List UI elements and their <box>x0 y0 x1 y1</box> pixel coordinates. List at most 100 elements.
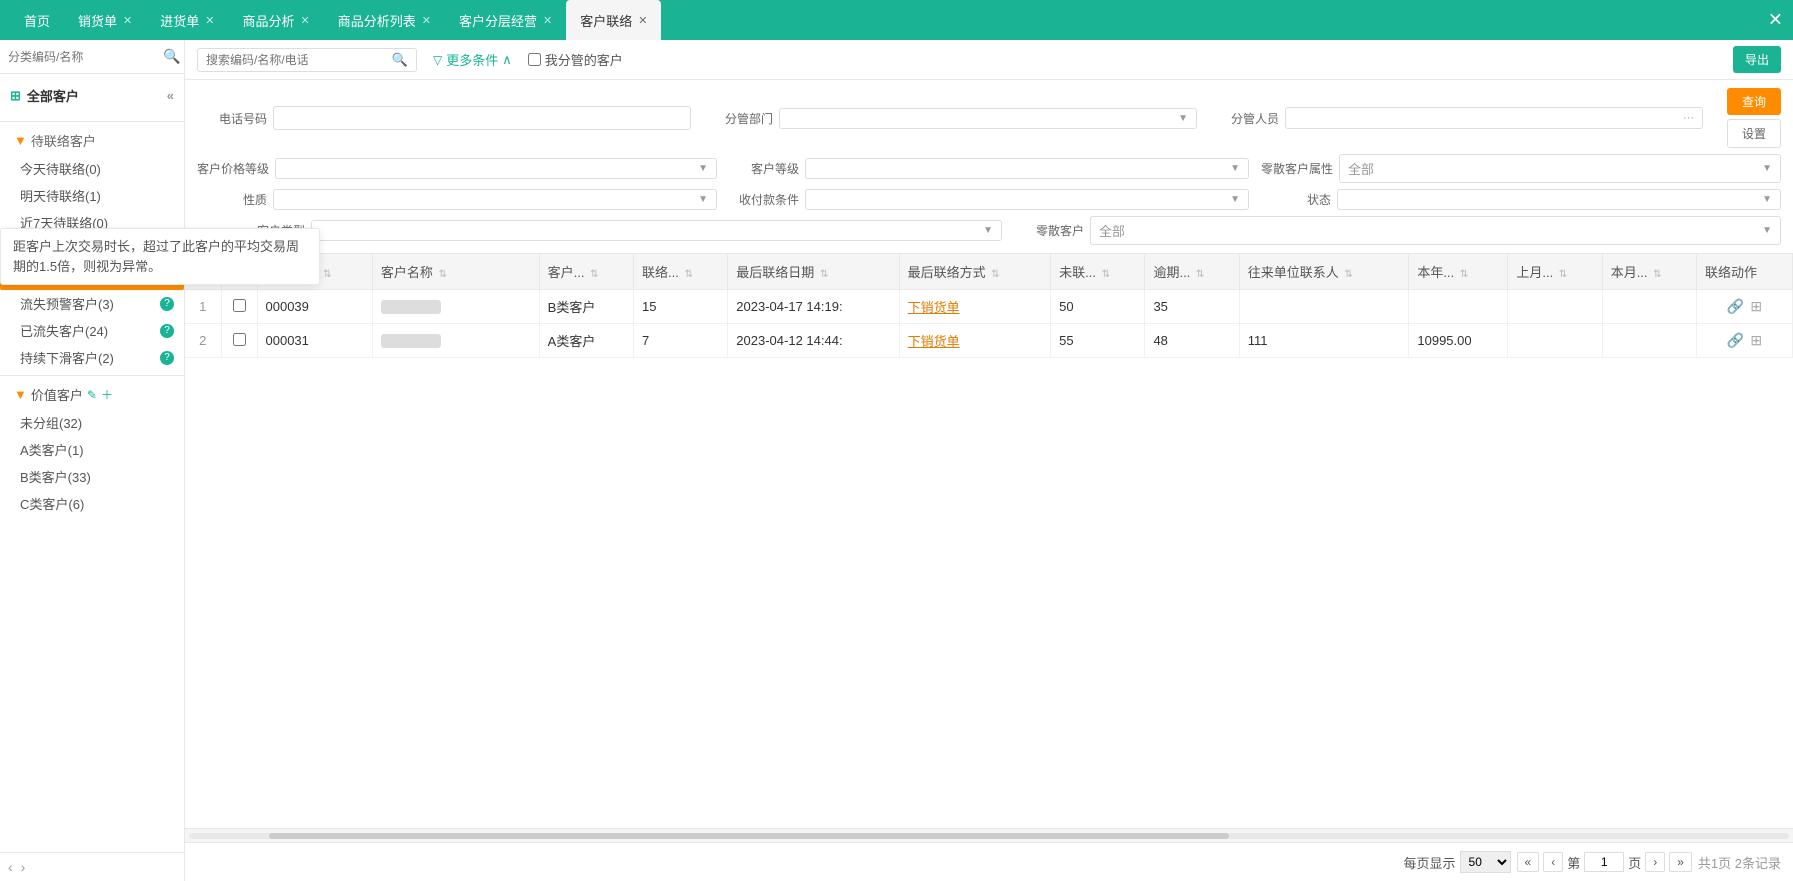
row1-checkbox[interactable] <box>233 299 246 312</box>
row1-overdue: 35 <box>1145 290 1239 324</box>
sidebar-item-ungroup[interactable]: 未分组(32) <box>0 409 184 436</box>
close-all-tabs[interactable]: ✕ <box>1768 10 1783 31</box>
sort-thismonth-icon[interactable]: ⇅ <box>1653 269 1661 280</box>
sort-code-icon[interactable]: ⇅ <box>323 269 331 280</box>
sidebar-item-already-lost[interactable]: 已流失客户(24) ? <box>0 317 184 344</box>
row1-grid-icon[interactable]: ⊞ <box>1750 298 1762 315</box>
sidebar-item-lost-warning[interactable]: 流失预警客户(3) ? <box>0 290 184 317</box>
close-purchase-tab[interactable]: ✕ <box>205 14 214 27</box>
filter-customer-grade-select[interactable]: ▼ <box>805 158 1249 179</box>
close-analysis-list-tab[interactable]: ✕ <box>422 14 431 27</box>
prev-page-btn[interactable]: ‹ <box>1543 852 1563 872</box>
row1-link-icon[interactable]: 🔗 <box>1727 298 1744 315</box>
filter-retail-customer-field: 零散客户 全部 ▼ <box>1014 216 1781 245</box>
branch-dept-chevron-icon: ▼ <box>1178 113 1188 124</box>
sort-unlinked-icon[interactable]: ⇅ <box>1102 269 1110 280</box>
filter-payment-select[interactable]: ▼ <box>805 189 1249 210</box>
last-page-btn[interactable]: » <box>1669 852 1692 872</box>
row1-checkbox-cell[interactable] <box>221 290 257 324</box>
row1-contact-person <box>1239 290 1409 324</box>
toolbar: 🔍 ▽ 更多条件 ∧ 我分管的客户 导出 <box>185 40 1793 80</box>
filter-retail-attr-select[interactable]: 全部 ▼ <box>1339 154 1781 183</box>
page-number-input[interactable] <box>1584 852 1624 872</box>
my-customer-checkbox[interactable] <box>528 53 541 66</box>
sidebar-all-customers[interactable]: ⊞ 全部客户 « <box>0 80 184 111</box>
main-search-input[interactable] <box>206 53 388 67</box>
close-customer-layer-tab[interactable]: ✕ <box>543 14 552 27</box>
my-customer-checkbox-label[interactable]: 我分管的客户 <box>528 50 623 69</box>
close-sales-tab[interactable]: ✕ <box>123 14 132 27</box>
sidebar-collapse-btn[interactable]: « <box>167 88 174 103</box>
close-customer-contact-tab[interactable]: ✕ <box>638 14 647 27</box>
sidebar-item-b-class[interactable]: B类客户(33) <box>0 463 184 490</box>
lost-warning-info-icon[interactable]: ? <box>160 297 174 311</box>
horizontal-scroll-area[interactable] <box>185 828 1793 842</box>
nav-tab-customer-contact[interactable]: 客户联络 ✕ <box>566 0 661 40</box>
data-table-container: ⚙ 客户编码 ⇅ 客户名称 ⇅ <box>185 254 1793 828</box>
filter-customer-type-select[interactable]: ▼ <box>311 220 1002 241</box>
query-button[interactable]: 查询 <box>1727 88 1781 115</box>
sidebar-prev-btn[interactable]: ‹ <box>8 859 13 875</box>
value-group-edit-icon[interactable]: ✎ <box>87 388 97 402</box>
sort-method-icon[interactable]: ⇅ <box>991 269 999 280</box>
declining-info-icon[interactable]: ? <box>160 351 174 365</box>
nav-tab-sales[interactable]: 销货单 ✕ <box>64 0 146 40</box>
sidebar-item-tomorrow[interactable]: 明天待联络(1) <box>0 182 184 209</box>
sort-type-icon[interactable]: ⇅ <box>590 269 598 280</box>
th-contact-person: 往来单位联系人 ⇅ <box>1239 254 1409 290</box>
nav-tab-home[interactable]: 首页 <box>10 0 64 40</box>
row2-overdue: 48 <box>1145 324 1239 358</box>
first-page-btn[interactable]: « <box>1517 852 1540 872</box>
filter-branch-person-label: 分管人员 <box>1209 110 1279 127</box>
close-analysis-tab[interactable]: ✕ <box>301 14 310 27</box>
filter-status-select[interactable]: ▼ <box>1337 189 1781 210</box>
main-search-icon[interactable]: 🔍 <box>392 52 408 68</box>
setting-button[interactable]: 设置 <box>1727 119 1781 148</box>
already-lost-info-icon[interactable]: ? <box>160 324 174 338</box>
filter-branch-person-select[interactable]: ··· <box>1285 107 1703 129</box>
sidebar-item-declining[interactable]: 持续下滑客户(2) ? <box>0 344 184 371</box>
sidebar-next-btn[interactable]: › <box>21 859 26 875</box>
sort-overdue-icon[interactable]: ⇅ <box>1196 269 1204 280</box>
row2-checkbox-cell[interactable] <box>221 324 257 358</box>
export-button[interactable]: 导出 <box>1733 46 1781 73</box>
scroll-thumb[interactable] <box>269 833 1229 839</box>
value-group-add-icon[interactable]: ＋ <box>101 386 113 403</box>
sort-date-icon[interactable]: ⇅ <box>820 269 828 280</box>
filter-retail-customer-select[interactable]: 全部 ▼ <box>1090 216 1781 245</box>
sort-lastmonth-icon[interactable]: ⇅ <box>1559 269 1567 280</box>
nav-tab-customer-layer[interactable]: 客户分层经营 ✕ <box>445 0 566 40</box>
row2-last-contact-method[interactable]: 下销货单 <box>899 324 1051 358</box>
filter-gender-select[interactable]: ▼ <box>273 189 717 210</box>
sort-year-icon[interactable]: ⇅ <box>1460 269 1468 280</box>
next-page-btn[interactable]: › <box>1645 852 1665 872</box>
row2-link-icon[interactable]: 🔗 <box>1727 332 1744 349</box>
sidebar-item-a-class[interactable]: A类客户(1) <box>0 436 184 463</box>
content-area: 🔍 ▽ 更多条件 ∧ 我分管的客户 导出 电话号码 分管部 <box>185 40 1793 881</box>
nav-tab-analysis-list[interactable]: 商品分析列表 ✕ <box>324 0 445 40</box>
sort-person-icon[interactable]: ⇅ <box>1344 269 1352 280</box>
filter-branch-dept-select[interactable]: ▼ <box>779 108 1197 129</box>
sidebar-search-input[interactable] <box>8 50 163 64</box>
filter-phone-input[interactable] <box>273 106 691 130</box>
scroll-track[interactable] <box>189 833 1789 839</box>
nav-tab-purchase[interactable]: 进货单 ✕ <box>146 0 228 40</box>
sidebar-item-today[interactable]: 今天待联络(0) <box>0 155 184 182</box>
row2-checkbox[interactable] <box>233 333 246 346</box>
per-page-select[interactable]: 50 20 100 <box>1460 851 1511 873</box>
branch-person-more-icon[interactable]: ··· <box>1683 112 1694 124</box>
nav-tab-analysis[interactable]: 商品分析 ✕ <box>228 0 323 40</box>
per-page-label: 每页显示 <box>1404 853 1456 872</box>
row2-contact-person: 111 <box>1239 324 1409 358</box>
row2-grid-icon[interactable]: ⊞ <box>1750 332 1762 349</box>
more-filters-btn[interactable]: ▽ 更多条件 ∧ <box>425 47 520 72</box>
sidebar-pending-group[interactable]: ▼ 待联络客户 <box>0 126 184 155</box>
row1-last-contact-method[interactable]: 下销货单 <box>899 290 1051 324</box>
sidebar-search-icon[interactable]: 🔍 <box>163 48 180 65</box>
filter-price-grade-select[interactable]: ▼ <box>275 158 717 179</box>
sort-name-icon[interactable]: ⇅ <box>439 269 447 280</box>
sidebar-item-c-class[interactable]: C类客户(6) <box>0 490 184 517</box>
th-overdue: 逾期... ⇅ <box>1145 254 1239 290</box>
filter-icon: ▽ <box>433 53 442 67</box>
sort-contact-icon[interactable]: ⇅ <box>684 269 692 280</box>
